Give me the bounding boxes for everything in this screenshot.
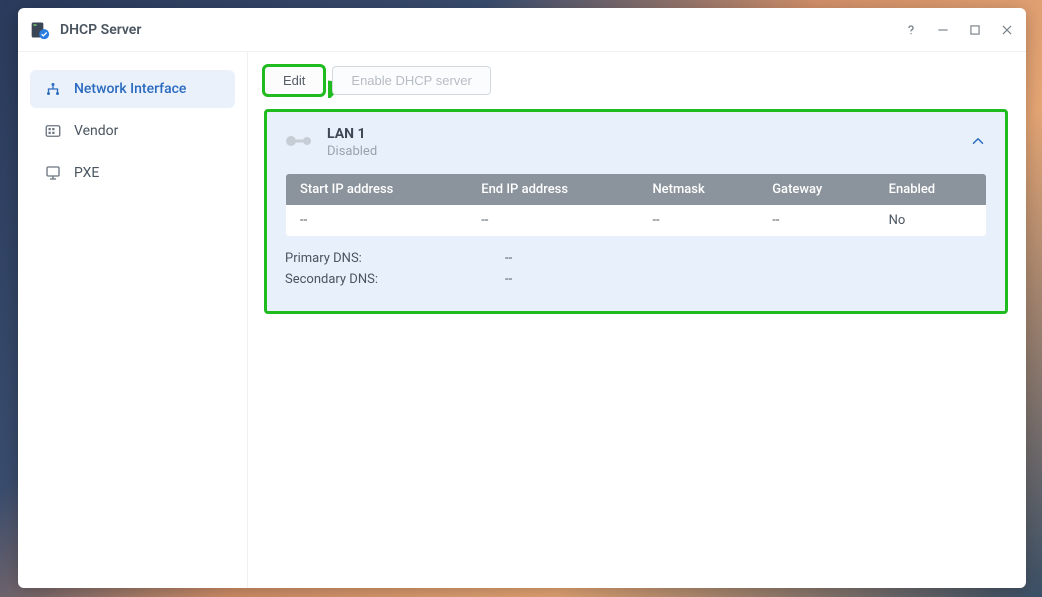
close-icon[interactable]: [998, 21, 1016, 39]
primary-dns-label: Primary DNS:: [285, 251, 505, 266]
cell-gateway: --: [758, 205, 874, 237]
secondary-dns-row: Secondary DNS: --: [285, 272, 987, 287]
lan-title-block: LAN 1 Disabled: [327, 126, 955, 159]
pxe-icon: [44, 164, 62, 182]
edit-button[interactable]: Edit: [264, 66, 324, 95]
dns-block: Primary DNS: -- Secondary DNS: --: [285, 251, 987, 287]
lan-header: LAN 1 Disabled: [285, 126, 987, 159]
sidebar-item-label: PXE: [74, 165, 99, 181]
toolbar: Edit Enable DHCP server: [264, 66, 1008, 95]
sidebar-item-pxe[interactable]: PXE: [30, 154, 235, 192]
enable-dhcp-button: Enable DHCP server: [332, 66, 490, 95]
main-panel: Edit Enable DHCP server LAN 1 Disabled: [248, 52, 1026, 588]
connection-icon: [285, 132, 313, 150]
sidebar-item-network-interface[interactable]: Network Interface: [30, 70, 235, 108]
lan-title: LAN 1: [327, 126, 955, 142]
sidebar-item-label: Network Interface: [74, 81, 186, 97]
lan-card[interactable]: LAN 1 Disabled Start IP address End IP a…: [264, 109, 1008, 314]
cell-netmask: --: [638, 205, 758, 237]
col-gateway: Gateway: [758, 174, 874, 206]
window-controls: [902, 21, 1016, 39]
ip-range-table: Start IP address End IP address Netmask …: [285, 173, 987, 237]
titlebar: DHCP Server: [18, 8, 1026, 52]
col-enabled: Enabled: [875, 174, 987, 206]
app-icon: [30, 20, 50, 40]
cell-enabled: No: [875, 205, 987, 237]
vendor-icon: [44, 122, 62, 140]
sidebar: Network Interface Vendor PXE: [18, 52, 248, 588]
secondary-dns-label: Secondary DNS:: [285, 272, 505, 287]
primary-dns-row: Primary DNS: --: [285, 251, 987, 266]
sidebar-item-label: Vendor: [74, 123, 118, 139]
primary-dns-value: --: [505, 251, 512, 266]
col-netmask: Netmask: [638, 174, 758, 206]
app-window: DHCP Server Network Interface: [18, 8, 1026, 588]
secondary-dns-value: --: [505, 272, 512, 287]
col-end-ip: End IP address: [467, 174, 638, 206]
maximize-icon[interactable]: [966, 21, 984, 39]
network-interface-icon: [44, 80, 62, 98]
help-icon[interactable]: [902, 21, 920, 39]
cell-start-ip: --: [286, 205, 468, 237]
sidebar-item-vendor[interactable]: Vendor: [30, 112, 235, 150]
table-row[interactable]: -- -- -- -- No: [286, 205, 987, 237]
body: Network Interface Vendor PXE Edit Enable…: [18, 52, 1026, 588]
window-title: DHCP Server: [60, 22, 902, 38]
cell-end-ip: --: [467, 205, 638, 237]
table-header-row: Start IP address End IP address Netmask …: [286, 174, 987, 206]
minimize-icon[interactable]: [934, 21, 952, 39]
chevron-up-icon[interactable]: [969, 132, 987, 150]
col-start-ip: Start IP address: [286, 174, 468, 206]
lan-status: Disabled: [327, 144, 955, 159]
